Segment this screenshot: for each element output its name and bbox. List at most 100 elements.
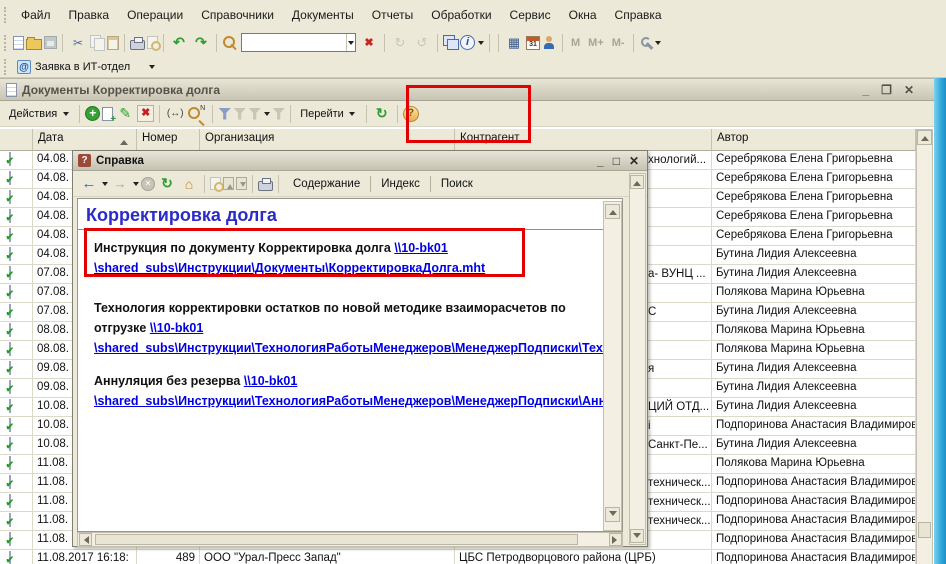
menu-item-help[interactable]: Справка <box>606 5 671 25</box>
tab-contents[interactable]: Содержание <box>283 176 370 192</box>
stop-icon[interactable]: ✕ <box>141 176 155 191</box>
scrollbar-thumb[interactable] <box>95 534 578 545</box>
close-button[interactable]: ✕ <box>629 154 639 168</box>
delete-icon[interactable]: ✖ <box>137 105 155 122</box>
search-icon[interactable] <box>222 35 238 51</box>
menu-item-processing[interactable]: Обработки <box>422 5 500 25</box>
print-icon[interactable] <box>130 36 145 50</box>
windows-list-icon[interactable] <box>443 35 459 50</box>
it-request-button[interactable]: @ Заявка в ИТ-отдел <box>12 59 135 75</box>
tab-search[interactable]: Поиск <box>431 176 483 192</box>
toolbar-grip[interactable] <box>4 58 8 75</box>
paste-icon[interactable] <box>107 35 119 50</box>
column-header-date[interactable]: Дата <box>33 129 137 151</box>
search-prev-icon[interactable]: ↺ <box>412 33 432 53</box>
menu-item-documents[interactable]: Документы <box>283 5 363 25</box>
column-header-icon[interactable] <box>0 129 33 151</box>
info-dropdown-icon[interactable] <box>476 34 485 52</box>
forward-icon[interactable]: → <box>110 174 130 194</box>
filter-clear-icon[interactable] <box>272 107 286 120</box>
menu-item-operations[interactable]: Операции <box>118 5 192 25</box>
info-icon[interactable]: i <box>460 35 475 50</box>
help-link-server[interactable]: \\10-bk01 <box>244 374 298 388</box>
scroll-down-icon[interactable] <box>630 529 644 543</box>
filter-icon[interactable] <box>233 107 247 120</box>
help-window-titlebar[interactable]: ? Справка _ □ ✕ <box>73 151 647 171</box>
add-icon[interactable]: + <box>85 106 101 121</box>
undo-icon[interactable]: ↶ <box>169 33 189 53</box>
actions-button[interactable]: Действия <box>4 104 75 124</box>
memory-plus-button[interactable]: M+ <box>588 37 604 49</box>
filter-history-icon[interactable] <box>248 107 262 120</box>
next-topic-icon[interactable] <box>236 177 247 190</box>
help-link-server[interactable]: \\10-bk01 <box>150 321 204 335</box>
table-row[interactable]: ✔ 11.08.2017 16:18: 489 ООО "Урал-Пресс Зап… <box>0 550 916 564</box>
menu-item-file[interactable]: Файл <box>12 5 60 25</box>
toolbar-grip[interactable] <box>4 6 8 23</box>
print-icon[interactable] <box>258 177 273 191</box>
redo-icon[interactable]: ↷ <box>191 33 211 53</box>
scrollbar-thumb[interactable] <box>918 522 931 538</box>
scroll-left-icon[interactable] <box>79 533 92 546</box>
scroll-down-icon[interactable] <box>605 507 620 522</box>
help-link-path[interactable]: \shared_subs\Инструкции\ТехнологияРаботы… <box>94 341 622 355</box>
copy-icon[interactable] <box>90 35 105 51</box>
new-document-icon[interactable] <box>13 35 24 50</box>
menu-item-windows[interactable]: Окна <box>560 5 606 25</box>
content-horizontal-scrollbar[interactable] <box>77 532 623 547</box>
memory-m-button[interactable]: M <box>571 37 580 49</box>
tab-index[interactable]: Индекс <box>371 176 430 192</box>
prev-topic-icon[interactable] <box>223 177 234 190</box>
filter-dropdown-icon[interactable] <box>262 105 271 123</box>
settings-wrench-icon[interactable] <box>639 36 653 50</box>
content-vertical-scrollbar[interactable] <box>603 201 622 531</box>
scroll-up-icon[interactable] <box>917 130 932 145</box>
toolbar-grip[interactable] <box>4 34 8 51</box>
search-dropdown-icon[interactable] <box>346 34 355 51</box>
menu-item-edit[interactable]: Правка <box>60 5 119 25</box>
menu-item-reports[interactable]: Отчеты <box>363 5 422 25</box>
back-dropdown-icon[interactable] <box>100 175 109 193</box>
column-header-author[interactable]: Автор <box>712 129 916 151</box>
search-by-number-icon[interactable]: N <box>187 104 207 124</box>
calculator-icon[interactable]: ▦ <box>504 33 524 53</box>
user-lock-icon[interactable] <box>542 35 557 50</box>
table-vertical-scrollbar[interactable] <box>916 129 933 564</box>
scroll-right-icon[interactable] <box>609 533 622 546</box>
calendar-icon[interactable]: 31 <box>526 35 540 50</box>
add-copy-icon[interactable] <box>102 106 116 125</box>
quickbar-dropdown-icon[interactable] <box>147 58 156 76</box>
help-link-path[interactable]: \shared_subs\Инструкции\ТехнологияРаботы… <box>94 394 622 408</box>
menu-item-service[interactable]: Сервис <box>501 5 560 25</box>
refresh-icon[interactable]: ↻ <box>372 104 392 124</box>
restore-button[interactable]: ❐ <box>881 83 892 97</box>
settings-dropdown-icon[interactable] <box>654 34 663 52</box>
zoom-page-icon[interactable] <box>210 177 224 192</box>
maximize-button[interactable]: □ <box>613 154 620 168</box>
filter-setup-icon[interactable] <box>218 107 232 120</box>
back-icon[interactable]: ← <box>79 174 99 194</box>
date-interval-icon[interactable]: (↔) <box>165 104 185 124</box>
open-icon[interactable] <box>26 36 42 50</box>
column-header-number[interactable]: Номер <box>137 129 200 151</box>
cut-icon[interactable]: ✂ <box>68 33 88 53</box>
go-button[interactable]: Перейти <box>295 104 362 124</box>
close-button[interactable]: ✕ <box>904 83 914 97</box>
window-vertical-scrollbar[interactable] <box>629 173 646 545</box>
minimize-button[interactable]: _ <box>597 154 604 168</box>
author-cell: Серебрякова Елена Григорьевна <box>712 170 916 189</box>
home-icon[interactable]: ⌂ <box>179 174 199 194</box>
search-input[interactable] <box>242 35 346 50</box>
memory-minus-button[interactable]: M- <box>612 37 625 49</box>
clear-search-icon[interactable]: ✖ <box>359 33 379 53</box>
edit-icon[interactable]: ✎ <box>115 104 135 124</box>
search-next-icon[interactable]: ↻ <box>390 33 410 53</box>
print-preview-icon[interactable] <box>147 36 161 51</box>
menu-item-references[interactable]: Справочники <box>192 5 283 25</box>
scroll-up-icon[interactable] <box>605 204 620 219</box>
forward-dropdown-icon[interactable] <box>131 175 140 193</box>
save-icon[interactable] <box>44 36 57 49</box>
minimize-button[interactable]: _ <box>862 83 869 97</box>
refresh-icon[interactable]: ↻ <box>157 174 177 194</box>
scroll-up-icon[interactable] <box>630 175 644 189</box>
